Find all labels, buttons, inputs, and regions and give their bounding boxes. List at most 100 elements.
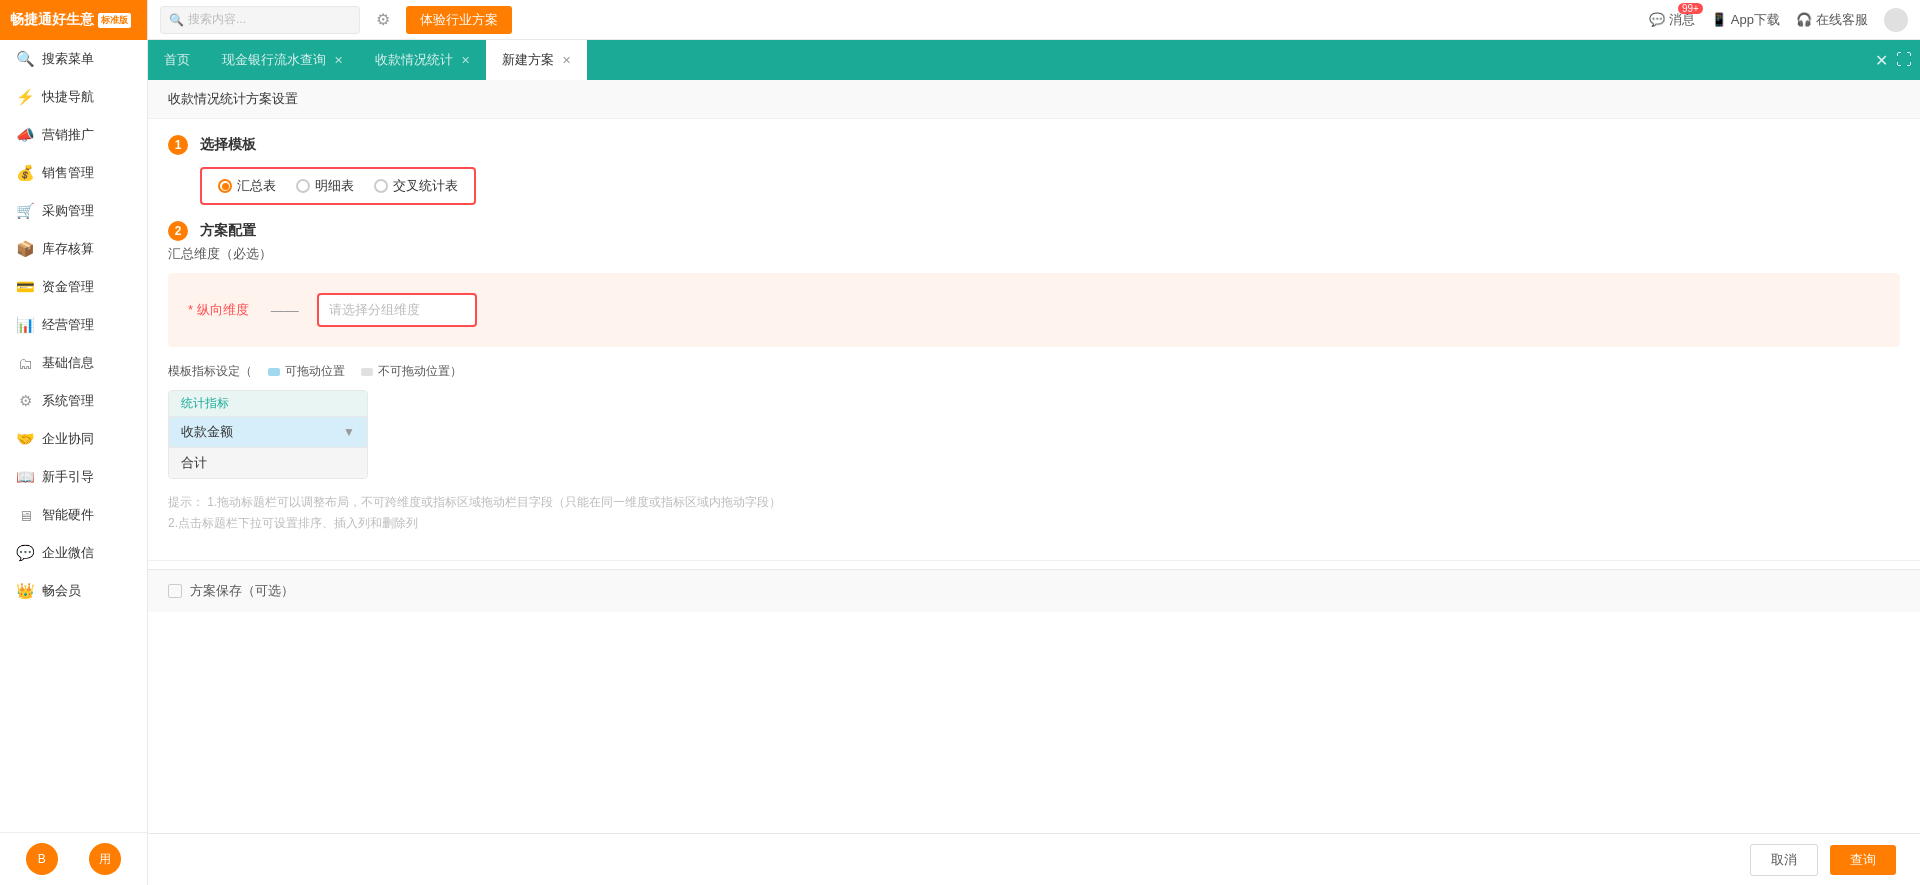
- user-avatar: [1884, 8, 1908, 32]
- tab-close-all-icon[interactable]: ✕: [1875, 51, 1888, 70]
- metrics-category: 统计指标: [169, 391, 367, 417]
- cancel-button[interactable]: 取消: [1750, 844, 1818, 876]
- sidebar-icon: ⚙: [16, 392, 34, 410]
- dimension-row: * 纵向维度 —— 请选择分组维度: [188, 293, 1880, 327]
- page-area: 收款情况统计方案设置 1 选择模板 汇总表 明细表: [148, 80, 1920, 833]
- hint1: 提示： 1.拖动标题栏可以调整布局，不可跨维度或指标区域拖动栏目字段（只能在同一…: [168, 494, 1900, 511]
- sidebar-item-系统管理[interactable]: ⚙系统管理: [0, 382, 147, 420]
- save-option: 方案保存（可选）: [148, 569, 1920, 612]
- sidebar-avatar2[interactable]: 用: [89, 843, 121, 875]
- dimension-area: * 纵向维度 —— 请选择分组维度: [168, 273, 1900, 347]
- radio-cross-label: 交叉统计表: [393, 177, 458, 195]
- sidebar-label: 库存核算: [42, 240, 94, 258]
- page-title: 收款情况统计方案设置: [168, 91, 298, 106]
- sidebar-label: 企业协同: [42, 430, 94, 448]
- tab-actions: ✕ ⛶: [1875, 51, 1920, 70]
- service-label: 在线客服: [1816, 11, 1868, 29]
- tab-cashflow-close[interactable]: ✕: [334, 54, 343, 67]
- save-checkbox[interactable]: [168, 584, 182, 598]
- radio-cross[interactable]: 交叉统计表: [374, 177, 458, 195]
- legend-fixed: 不可拖动位置）: [361, 363, 462, 380]
- sidebar-item-基础信息[interactable]: 🗂基础信息: [0, 344, 147, 382]
- radio-summary-circle: [218, 179, 232, 193]
- chat-icon: 💬: [1649, 12, 1665, 27]
- topbar-right: 💬 消息 99+ 📱 App下载 🎧 在线客服: [1649, 8, 1908, 32]
- metrics-legend: 模板指标设定（ 可拖动位置 不可拖动位置）: [168, 363, 1900, 380]
- metrics-total-label: 合计: [181, 454, 207, 472]
- sidebar-item-搜索菜单[interactable]: 🔍搜索菜单: [0, 40, 147, 78]
- sidebar-item-销售管理[interactable]: 💰销售管理: [0, 154, 147, 192]
- download-icon: 📱: [1711, 12, 1727, 27]
- sidebar-item-库存核算[interactable]: 📦库存核算: [0, 230, 147, 268]
- step1-num: 1: [168, 135, 188, 155]
- tab-receipts-close[interactable]: ✕: [461, 54, 470, 67]
- legend-movable-dot: [268, 368, 280, 376]
- sidebar-avatar1[interactable]: B: [26, 843, 58, 875]
- tab-cashflow[interactable]: 现金银行流水查询 ✕: [206, 40, 359, 80]
- sidebar-item-资金管理[interactable]: 💳资金管理: [0, 268, 147, 306]
- sidebar-item-经营管理[interactable]: 📊经营管理: [0, 306, 147, 344]
- arrow-icon: ——: [271, 302, 299, 318]
- tab-receipts-label: 收款情况统计: [375, 51, 453, 69]
- sidebar-icon: 💳: [16, 278, 34, 296]
- tab-newplan[interactable]: 新建方案 ✕: [486, 40, 587, 80]
- plan-config: 汇总维度（必选） * 纵向维度 —— 请选择分组维度 模板指标设定（: [148, 245, 1920, 552]
- metrics-table: 统计指标 收款金额 ▼ 合计: [168, 390, 368, 479]
- legend-movable: 可拖动位置: [268, 363, 345, 380]
- sidebar-icon: 📊: [16, 316, 34, 334]
- notif-badge: 99+: [1678, 3, 1703, 14]
- dimension-title: 汇总维度（必选）: [168, 245, 1900, 263]
- trial-button[interactable]: 体验行业方案: [406, 6, 512, 34]
- sidebar-icon: 🔍: [16, 50, 34, 68]
- sidebar-icon: ⚡: [16, 88, 34, 106]
- sidebar-icon: 🗂: [16, 354, 34, 372]
- radio-detail[interactable]: 明细表: [296, 177, 354, 195]
- download-label: App下载: [1731, 11, 1780, 29]
- sidebar-icon: 🤝: [16, 430, 34, 448]
- hint-area: 提示： 1.拖动标题栏可以调整布局，不可跨维度或指标区域拖动栏目字段（只能在同一…: [168, 494, 1900, 532]
- step2-title: 方案配置: [200, 222, 256, 240]
- settings-icon[interactable]: ⚙: [376, 10, 390, 29]
- dimension-select[interactable]: 请选择分组维度: [317, 293, 477, 327]
- search-icon: 🔍: [169, 13, 184, 27]
- radio-detail-circle: [296, 179, 310, 193]
- footer: 取消 查询: [148, 833, 1920, 885]
- sidebar-item-营销推广[interactable]: 📣营销推广: [0, 116, 147, 154]
- download-area[interactable]: 📱 App下载: [1711, 11, 1780, 29]
- user-area[interactable]: [1884, 8, 1908, 32]
- hint2: 2.点击标题栏下拉可设置排序、插入列和删除列: [168, 515, 1900, 532]
- tab-home[interactable]: 首页: [148, 40, 206, 80]
- tab-newplan-close[interactable]: ✕: [562, 54, 571, 67]
- template-select-box: 汇总表 明细表 交叉统计表: [200, 167, 476, 205]
- sidebar-item-采购管理[interactable]: 🛒采购管理: [0, 192, 147, 230]
- sidebar-item-快捷导航[interactable]: ⚡快捷导航: [0, 78, 147, 116]
- radio-detail-label: 明细表: [315, 177, 354, 195]
- notification-area[interactable]: 💬 消息 99+: [1649, 11, 1695, 29]
- sidebar-item-新手引导[interactable]: 📖新手引导: [0, 458, 147, 496]
- sidebar-label: 畅会员: [42, 582, 81, 600]
- metrics-amount-label: 收款金额: [181, 423, 233, 441]
- tab-receipts[interactable]: 收款情况统计 ✕: [359, 40, 486, 80]
- sidebar-icon: 📣: [16, 126, 34, 144]
- tab-cashflow-label: 现金银行流水查询: [222, 51, 326, 69]
- service-icon: 🎧: [1796, 12, 1812, 27]
- sidebar-item-企业协同[interactable]: 🤝 企业协同: [0, 420, 147, 458]
- sidebar-icon: 🛒: [16, 202, 34, 220]
- metrics-row-amount: 收款金额 ▼: [169, 417, 367, 448]
- sidebar-icon: 👑: [16, 582, 34, 600]
- dimension-placeholder: 请选择分组维度: [329, 301, 420, 319]
- tab-home-label: 首页: [164, 51, 190, 69]
- service-area[interactable]: 🎧 在线客服: [1796, 11, 1868, 29]
- sidebar-item-畅会员[interactable]: 👑 畅会员: [0, 572, 147, 610]
- metrics-dropdown-icon[interactable]: ▼: [343, 425, 355, 439]
- sidebar-icon: 🖥: [16, 506, 34, 524]
- radio-cross-circle: [374, 179, 388, 193]
- app-logo: 畅捷通好生意 标准版: [0, 0, 147, 40]
- search-box[interactable]: 🔍 搜索内容...: [160, 6, 360, 34]
- radio-summary[interactable]: 汇总表: [218, 177, 276, 195]
- sidebar-item-企业微信[interactable]: 💬企业微信: [0, 534, 147, 572]
- query-button[interactable]: 查询: [1830, 845, 1896, 875]
- tab-bar: 首页 现金银行流水查询 ✕ 收款情况统计 ✕ 新建方案 ✕ ✕ ⛶: [148, 40, 1920, 80]
- tab-expand-icon[interactable]: ⛶: [1896, 51, 1912, 69]
- sidebar-item-智能硬件[interactable]: 🖥智能硬件: [0, 496, 147, 534]
